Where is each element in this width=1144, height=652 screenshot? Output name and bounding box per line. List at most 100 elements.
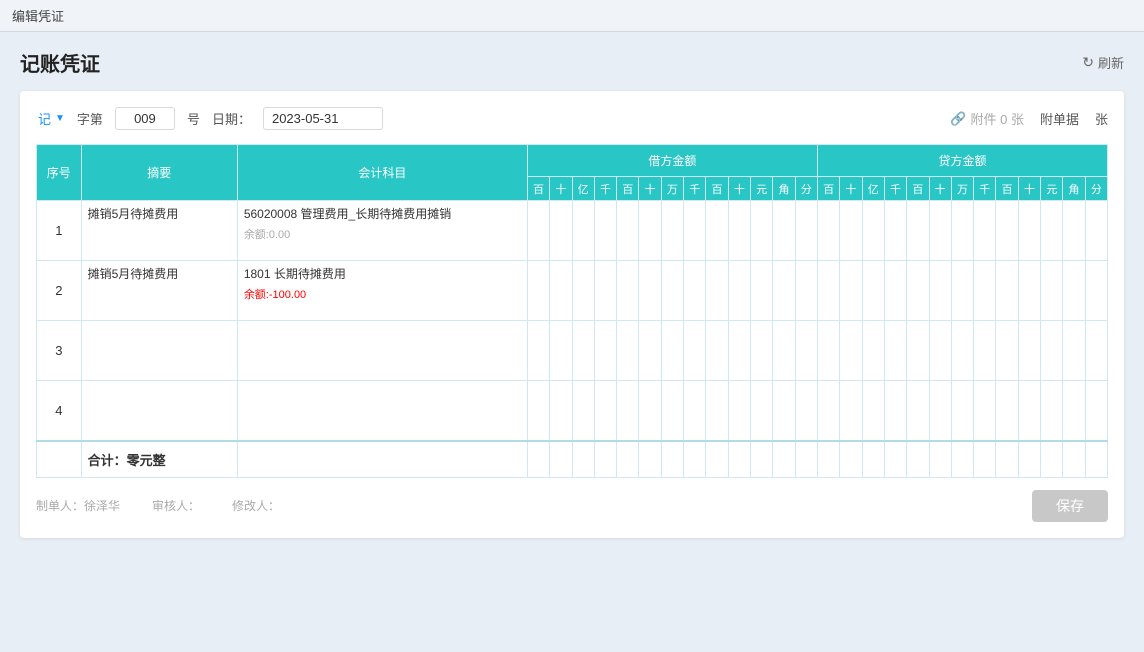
debit-amount-cell[interactable] xyxy=(795,321,817,381)
credit-amount-cell[interactable] xyxy=(840,261,862,321)
credit-amount-cell[interactable] xyxy=(907,261,929,321)
credit-amount-cell[interactable] xyxy=(1041,261,1063,321)
debit-amount-cell[interactable] xyxy=(684,201,706,261)
debit-amount-cell[interactable] xyxy=(572,261,594,321)
credit-amount-cell[interactable] xyxy=(929,201,951,261)
debit-amount-cell[interactable] xyxy=(795,381,817,441)
debit-amount-cell[interactable] xyxy=(706,321,728,381)
credit-amount-cell[interactable] xyxy=(840,321,862,381)
credit-amount-cell[interactable] xyxy=(817,381,839,441)
credit-amount-cell[interactable] xyxy=(884,381,906,441)
debit-amount-cell[interactable] xyxy=(594,321,616,381)
debit-amount-cell[interactable] xyxy=(527,381,549,441)
credit-amount-cell[interactable] xyxy=(907,381,929,441)
debit-amount-cell[interactable] xyxy=(550,261,572,321)
credit-amount-cell[interactable] xyxy=(974,261,996,321)
voucher-type-button[interactable]: 记 xyxy=(36,109,53,128)
debit-amount-cell[interactable] xyxy=(527,261,549,321)
save-button[interactable]: 保存 xyxy=(1032,490,1108,522)
debit-amount-cell[interactable] xyxy=(550,321,572,381)
debit-amount-cell[interactable] xyxy=(728,201,750,261)
credit-amount-cell[interactable] xyxy=(817,201,839,261)
credit-amount-cell[interactable] xyxy=(1085,201,1107,261)
credit-amount-cell[interactable] xyxy=(862,261,884,321)
credit-amount-cell[interactable] xyxy=(1085,321,1107,381)
debit-amount-cell[interactable] xyxy=(728,381,750,441)
credit-amount-cell[interactable] xyxy=(929,261,951,321)
credit-amount-cell[interactable] xyxy=(974,381,996,441)
subject-cell[interactable]: 1801 长期待摊费用余额:-100.00 xyxy=(237,261,527,321)
attachment-link[interactable]: 🔗 附件 0 张 xyxy=(950,109,1024,128)
debit-amount-cell[interactable] xyxy=(617,201,639,261)
debit-amount-cell[interactable] xyxy=(572,201,594,261)
credit-amount-cell[interactable] xyxy=(951,321,973,381)
debit-amount-cell[interactable] xyxy=(639,321,661,381)
credit-amount-cell[interactable] xyxy=(862,321,884,381)
credit-amount-cell[interactable] xyxy=(1018,261,1040,321)
debit-amount-cell[interactable] xyxy=(639,381,661,441)
credit-amount-cell[interactable] xyxy=(817,321,839,381)
refresh-button[interactable]: ↻ 刷新 xyxy=(1082,53,1124,72)
debit-amount-cell[interactable] xyxy=(527,321,549,381)
debit-amount-cell[interactable] xyxy=(550,201,572,261)
credit-amount-cell[interactable] xyxy=(996,381,1018,441)
debit-amount-cell[interactable] xyxy=(617,321,639,381)
debit-amount-cell[interactable] xyxy=(684,381,706,441)
debit-amount-cell[interactable] xyxy=(773,201,795,261)
debit-amount-cell[interactable] xyxy=(706,381,728,441)
date-input[interactable] xyxy=(263,107,383,130)
summary-cell[interactable] xyxy=(81,381,237,441)
debit-amount-cell[interactable] xyxy=(617,261,639,321)
debit-amount-cell[interactable] xyxy=(639,201,661,261)
credit-amount-cell[interactable] xyxy=(996,321,1018,381)
debit-amount-cell[interactable] xyxy=(639,261,661,321)
credit-amount-cell[interactable] xyxy=(1041,321,1063,381)
debit-amount-cell[interactable] xyxy=(773,321,795,381)
credit-amount-cell[interactable] xyxy=(884,321,906,381)
debit-amount-cell[interactable] xyxy=(684,321,706,381)
debit-amount-cell[interactable] xyxy=(751,381,773,441)
debit-amount-cell[interactable] xyxy=(572,321,594,381)
credit-amount-cell[interactable] xyxy=(862,201,884,261)
credit-amount-cell[interactable] xyxy=(974,201,996,261)
credit-amount-cell[interactable] xyxy=(1018,321,1040,381)
credit-amount-cell[interactable] xyxy=(951,261,973,321)
debit-amount-cell[interactable] xyxy=(728,261,750,321)
credit-amount-cell[interactable] xyxy=(996,201,1018,261)
credit-amount-cell[interactable] xyxy=(840,201,862,261)
debit-amount-cell[interactable] xyxy=(661,381,683,441)
debit-amount-cell[interactable] xyxy=(661,321,683,381)
debit-amount-cell[interactable] xyxy=(594,381,616,441)
summary-cell[interactable] xyxy=(81,321,237,381)
debit-amount-cell[interactable] xyxy=(751,201,773,261)
debit-amount-cell[interactable] xyxy=(572,381,594,441)
debit-amount-cell[interactable] xyxy=(728,321,750,381)
debit-amount-cell[interactable] xyxy=(706,261,728,321)
credit-amount-cell[interactable] xyxy=(1063,321,1085,381)
credit-amount-cell[interactable] xyxy=(1018,201,1040,261)
debit-amount-cell[interactable] xyxy=(795,201,817,261)
credit-amount-cell[interactable] xyxy=(1085,261,1107,321)
summary-cell[interactable]: 摊销5月待摊费用 xyxy=(81,201,237,261)
debit-amount-cell[interactable] xyxy=(617,381,639,441)
credit-amount-cell[interactable] xyxy=(1018,381,1040,441)
credit-amount-cell[interactable] xyxy=(1063,261,1085,321)
credit-amount-cell[interactable] xyxy=(951,201,973,261)
debit-amount-cell[interactable] xyxy=(773,381,795,441)
credit-amount-cell[interactable] xyxy=(951,381,973,441)
debit-amount-cell[interactable] xyxy=(706,201,728,261)
credit-amount-cell[interactable] xyxy=(907,201,929,261)
credit-amount-cell[interactable] xyxy=(1041,381,1063,441)
credit-amount-cell[interactable] xyxy=(974,321,996,381)
credit-amount-cell[interactable] xyxy=(907,321,929,381)
credit-amount-cell[interactable] xyxy=(929,381,951,441)
debit-amount-cell[interactable] xyxy=(661,261,683,321)
debit-amount-cell[interactable] xyxy=(550,381,572,441)
credit-amount-cell[interactable] xyxy=(817,261,839,321)
credit-amount-cell[interactable] xyxy=(1063,381,1085,441)
debit-amount-cell[interactable] xyxy=(751,321,773,381)
credit-amount-cell[interactable] xyxy=(884,261,906,321)
debit-amount-cell[interactable] xyxy=(684,261,706,321)
debit-amount-cell[interactable] xyxy=(594,201,616,261)
debit-amount-cell[interactable] xyxy=(527,201,549,261)
